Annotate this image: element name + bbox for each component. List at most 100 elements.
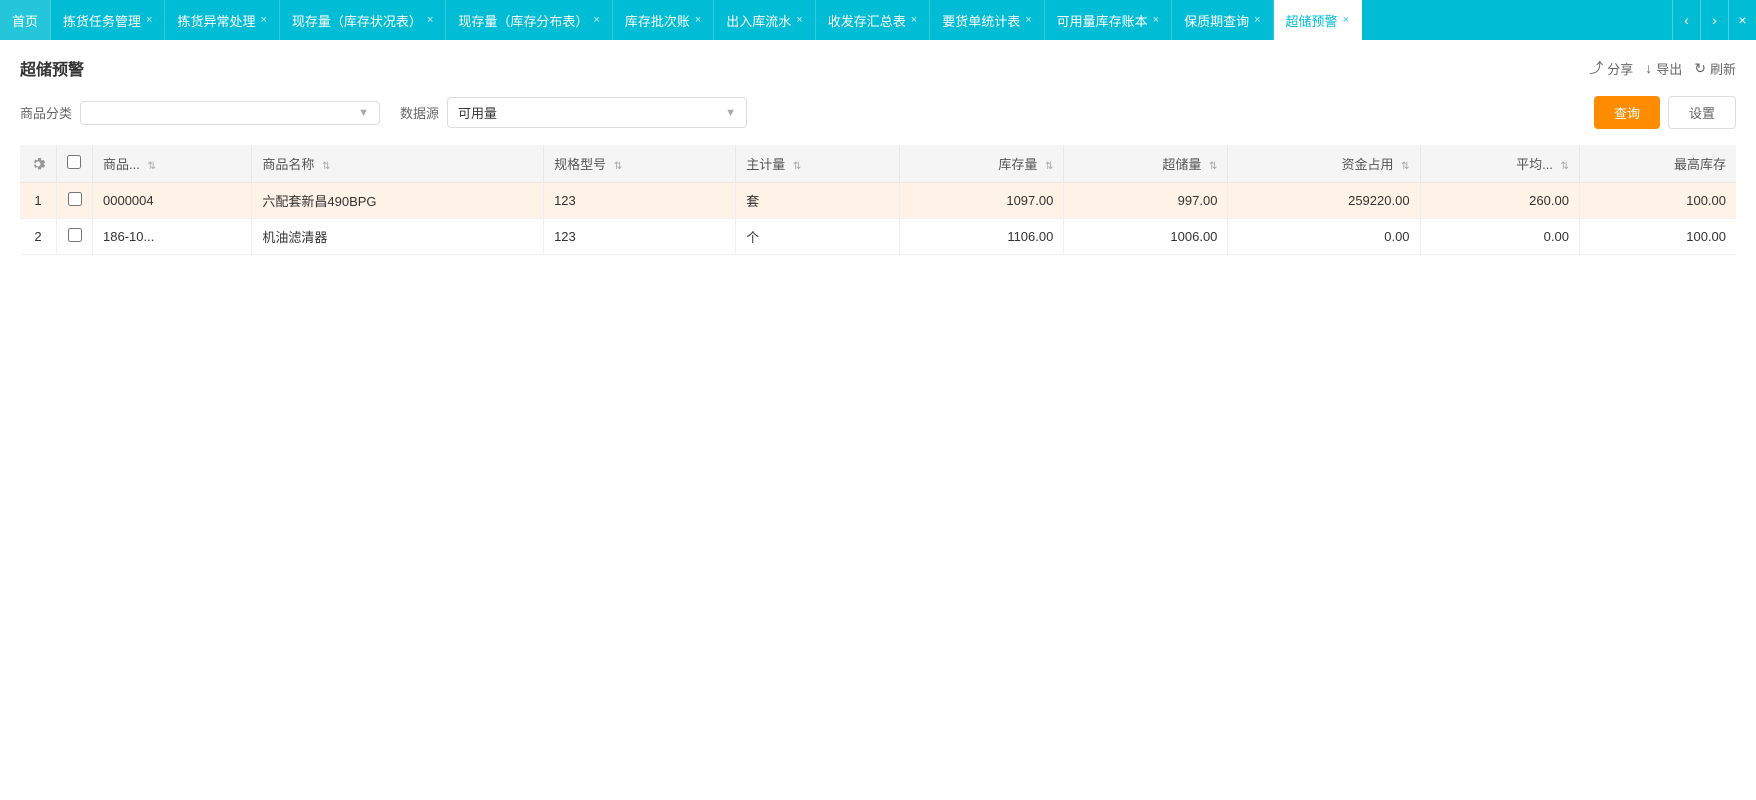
nav-item-overstock-warning[interactable]: 超储预警 × [1274,0,1362,40]
filter-actions: 查询 设置 [1594,96,1736,129]
refresh-button[interactable]: ↻ 刷新 [1694,59,1736,78]
sort-icon: ⇅ [1401,161,1409,172]
table-body: 1 0000004 六配套新昌490BPG 123 套 1097.00 997.… [20,183,1736,255]
close-icon[interactable]: × [260,14,266,26]
nav-close-button[interactable]: × [1728,0,1756,40]
close-icon[interactable]: × [146,14,152,26]
nav-item-stock-dist[interactable]: 现存量（库存分布表） × [446,0,612,40]
row-checkbox[interactable] [68,228,82,242]
datasource-select[interactable]: 可用量 ▼ [447,97,747,128]
overstock-table: 商品... ⇅ 商品名称 ⇅ 规格型号 ⇅ 主计量 ⇅ 库存量 ⇅ [20,145,1736,255]
cell-unit: 个 [736,219,900,255]
filter-bar: 商品分类 ▼ 数据源 可用量 ▼ 查询 设置 [20,96,1736,129]
cell-spec: 123 [544,183,736,219]
export-button[interactable]: ↓ 导出 [1645,59,1682,78]
col-unit[interactable]: 主计量 ⇅ [736,145,900,183]
col-capital[interactable]: 资金占用 ⇅ [1228,145,1420,183]
datasource-filter-group: 数据源 可用量 ▼ [400,97,747,128]
close-icon[interactable]: × [1254,14,1260,26]
row-num: 2 [20,219,57,255]
col-label: 主计量 [746,157,785,172]
row-checkbox[interactable] [68,192,82,206]
sort-icon: ⇅ [322,161,330,172]
col-label: 库存量 [998,157,1037,172]
close-icon[interactable]: × [1343,14,1349,26]
col-avg[interactable]: 平均... ⇅ [1420,145,1579,183]
nav-item-pick-task[interactable]: 拣货任务管理 × [51,0,165,40]
close-icon[interactable]: × [796,14,802,26]
cell-product-code: 186-10... [93,219,252,255]
nav-item-inout-flow[interactable]: 出入库流水 × [714,0,815,40]
cell-max-stock: 100.00 [1579,219,1736,255]
nav-item-pick-exception[interactable]: 拣货异常处理 × [165,0,279,40]
close-icon[interactable]: × [1025,14,1031,26]
nav-item-batch-account[interactable]: 库存批次账 × [613,0,714,40]
col-overstock[interactable]: 超储量 ⇅ [1064,145,1228,183]
sort-icon: ⇅ [1045,161,1053,172]
sort-icon: ⇅ [1209,161,1217,172]
datasource-select-value: 可用量 [458,103,717,122]
cell-overstock: 1006.00 [1064,219,1228,255]
close-icon[interactable]: × [1153,14,1159,26]
close-icon[interactable]: × [695,14,701,26]
nav-arrows: ‹ › × [1672,0,1756,40]
sort-icon: ⇅ [614,161,622,172]
col-max-stock[interactable]: 最高库存 [1579,145,1736,183]
row-checkbox-cell [57,219,93,255]
page-title: 超储预警 [20,56,84,80]
query-button[interactable]: 查询 [1594,96,1660,129]
share-icon: ⤴ [1589,58,1603,78]
chevron-down-icon: ▼ [358,107,369,119]
cell-stock: 1106.00 [900,219,1064,255]
page-header: 超储预警 ⤴ 分享 ↓ 导出 ↻ 刷新 [20,56,1736,80]
sort-icon: ⇅ [1561,161,1569,172]
cell-avg: 0.00 [1420,219,1579,255]
cell-product-name: 机油滤清器 [252,219,544,255]
sort-icon: ⇅ [793,161,801,172]
cell-max-stock: 100.00 [1579,183,1736,219]
nav-item-order-stats[interactable]: 要货单统计表 × [930,0,1044,40]
nav-prev-button[interactable]: ‹ [1672,0,1700,40]
page-content: 超储预警 ⤴ 分享 ↓ 导出 ↻ 刷新 商品分类 ▼ 数据源 [0,40,1756,271]
sort-icon: ⇅ [147,161,155,172]
col-label: 最高库存 [1674,157,1726,172]
table-row: 1 0000004 六配套新昌490BPG 123 套 1097.00 997.… [20,183,1736,219]
close-icon[interactable]: × [911,14,917,26]
settings-icon[interactable] [30,156,46,172]
nav-item-home[interactable]: 首页 [0,0,51,40]
cell-stock: 1097.00 [900,183,1064,219]
col-product-code[interactable]: 商品... ⇅ [93,145,252,183]
top-navigation: 首页 拣货任务管理 × 拣货异常处理 × 现存量（库存状况表） × 现存量（库存… [0,0,1756,40]
close-icon[interactable]: × [427,14,433,26]
cell-overstock: 997.00 [1064,183,1228,219]
table-row: 2 186-10... 机油滤清器 123 个 1106.00 1006.00 … [20,219,1736,255]
nav-item-recv-summary[interactable]: 收发存汇总表 × [816,0,930,40]
col-label: 资金占用 [1342,157,1394,172]
nav-item-shelf-life[interactable]: 保质期查询 × [1172,0,1273,40]
chevron-down-icon: ▼ [725,107,736,119]
settings-button[interactable]: 设置 [1668,96,1736,129]
col-label: 商品名称 [262,157,314,172]
cell-product-name: 六配套新昌490BPG [252,183,544,219]
cell-product-code: 0000004 [93,183,252,219]
col-spec[interactable]: 规格型号 ⇅ [544,145,736,183]
category-select[interactable]: ▼ [80,101,380,125]
datasource-label: 数据源 [400,103,439,122]
col-label: 超储量 [1162,157,1201,172]
close-icon[interactable]: × [593,14,599,26]
row-checkbox-cell [57,183,93,219]
refresh-icon: ↻ [1694,60,1706,77]
cell-capital: 259220.00 [1228,183,1420,219]
select-all-checkbox[interactable] [67,155,81,169]
nav-item-avail-account[interactable]: 可用量库存账本 × [1045,0,1172,40]
nav-item-stock-status[interactable]: 现存量（库存状况表） × [280,0,446,40]
col-label: 平均... [1516,157,1553,172]
col-product-name[interactable]: 商品名称 ⇅ [252,145,544,183]
share-button[interactable]: ⤴ 分享 [1589,58,1633,78]
cell-unit: 套 [736,183,900,219]
col-stock[interactable]: 库存量 ⇅ [900,145,1064,183]
row-num: 1 [20,183,57,219]
col-checkbox [57,145,93,183]
nav-next-button[interactable]: › [1700,0,1728,40]
header-actions: ⤴ 分享 ↓ 导出 ↻ 刷新 [1589,58,1736,78]
